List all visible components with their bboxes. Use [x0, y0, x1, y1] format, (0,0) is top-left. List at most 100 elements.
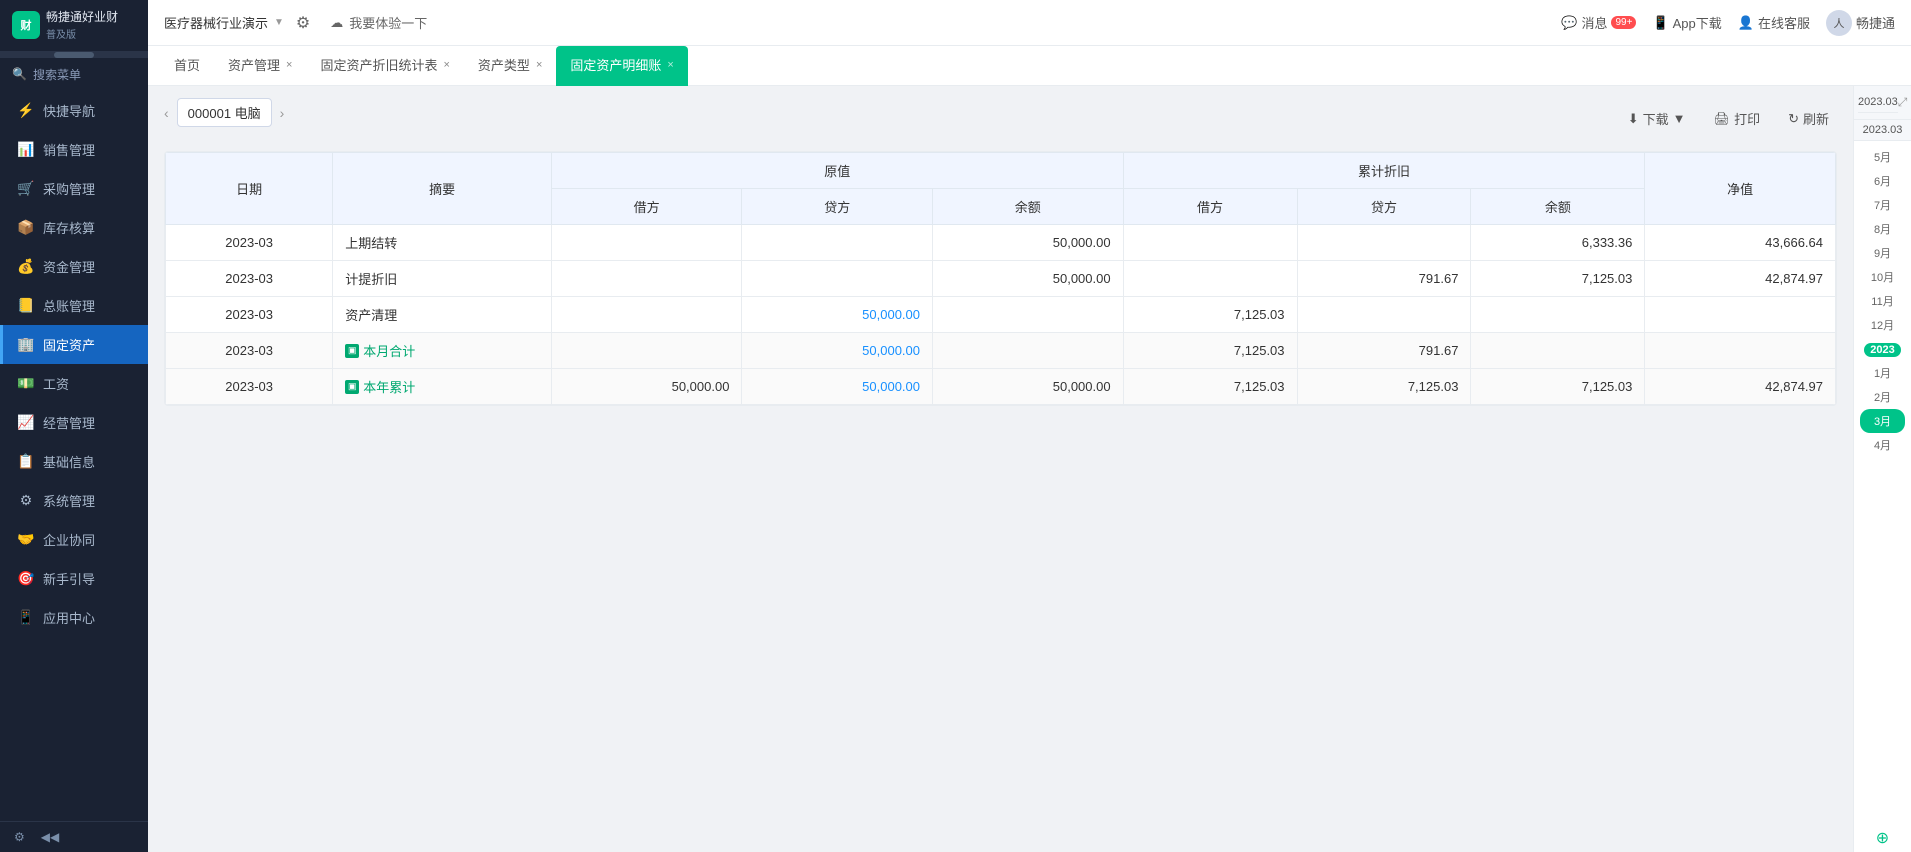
operations-icon: 📈 — [17, 414, 35, 431]
cell-summary: ▣ 本年累计 — [333, 369, 552, 405]
experience-button[interactable]: ☁ 我要体验一下 — [330, 13, 427, 32]
cell-summary: 资产清理 — [333, 297, 552, 333]
table-row: 2023-03 资产清理 50,000.00 7,125.03 — [166, 297, 1836, 333]
sidebar-settings-button[interactable]: ⚙ — [14, 830, 25, 844]
app-logo-name: 畅捷通好业财 — [46, 10, 118, 26]
refresh-button[interactable]: ↻ 刷新 — [1780, 105, 1837, 132]
cell-orig-credit — [742, 261, 933, 297]
col-orig-credit: 贷方 — [742, 189, 933, 225]
print-button[interactable]: 🖨 打印 — [1706, 105, 1769, 132]
cell-dep-debit: 7,125.03 — [1123, 333, 1297, 369]
month-total-badge: ▣ 本月合计 — [345, 341, 415, 360]
sidebar-item-fixed-assets[interactable]: 🏢 固定资产 — [0, 325, 148, 364]
cell-date: 2023-03 — [166, 225, 333, 261]
messages-button[interactable]: 💬 消息 99+ — [1561, 13, 1636, 32]
tab-asset-detail-close[interactable]: × — [667, 59, 673, 71]
sidebar-item-operations[interactable]: 📈 经营管理 — [0, 403, 148, 442]
cell-dep-credit — [1297, 225, 1471, 261]
sidebar-item-app-center[interactable]: 📱 应用中心 — [0, 598, 148, 637]
timeline-month-11[interactable]: 11月 — [1854, 289, 1911, 313]
sidebar-item-label: 系统管理 — [43, 491, 95, 510]
download-button[interactable]: ⬇ 下载 ▼ — [1620, 105, 1694, 132]
col-accum-dep: 累计折旧 — [1123, 153, 1645, 189]
timeline-month-4[interactable]: 4月 — [1854, 433, 1911, 457]
sidebar-item-purchase[interactable]: 🛒 采购管理 — [0, 169, 148, 208]
timeline-month-7[interactable]: 7月 — [1854, 193, 1911, 217]
customer-service-button[interactable]: 👤 在线客服 — [1738, 13, 1810, 32]
sidebar-item-label: 企业协同 — [43, 530, 95, 549]
sidebar-item-label: 快捷导航 — [43, 101, 95, 120]
sidebar-item-system[interactable]: ⚙ 系统管理 — [0, 481, 148, 520]
cell-date: 2023-03 — [166, 297, 333, 333]
cell-dep-credit: 7,125.03 — [1297, 369, 1471, 405]
sidebar-item-ledger[interactable]: 📒 总账管理 — [0, 286, 148, 325]
asset-next-button[interactable]: › — [280, 105, 285, 121]
asset-prev-button[interactable]: ‹ — [164, 105, 169, 121]
cell-dep-credit: 791.67 — [1297, 333, 1471, 369]
tab-asset-type-close[interactable]: × — [536, 59, 542, 71]
timeline-month-2[interactable]: 2月 — [1854, 385, 1911, 409]
topbar-settings-icon[interactable]: ⚙ — [296, 13, 310, 33]
timeline-nav-button[interactable]: ⊕ — [1854, 824, 1911, 852]
timeline-month-1[interactable]: 1月 — [1854, 361, 1911, 385]
cell-orig-debit — [551, 333, 742, 369]
col-orig-debit: 借方 — [551, 189, 742, 225]
tab-home[interactable]: 首页 — [160, 46, 214, 86]
tab-asset-mgmt-close[interactable]: × — [286, 59, 292, 71]
sidebar-item-guide[interactable]: 🎯 新手引导 — [0, 559, 148, 598]
download-icon: ⬇ — [1628, 111, 1639, 127]
messages-badge: 99+ — [1611, 16, 1636, 29]
tab-asset-mgmt[interactable]: 资产管理 × — [214, 46, 306, 86]
cell-dep-balance: 6,333.36 — [1471, 225, 1645, 261]
timeline-header2: 2023.03 — [1854, 120, 1911, 141]
app-logo-icon: 财 — [12, 11, 40, 39]
company-selector[interactable]: 医疗器械行业演示 ▼ — [164, 13, 284, 32]
sidebar-item-label: 采购管理 — [43, 179, 95, 198]
timeline-panel: 2023.03 ⤢ ✕ 2023.03 5月 6月 7月 8月 9月 10月 1… — [1853, 86, 1911, 852]
sidebar-item-payroll[interactable]: 💵 工资 — [0, 364, 148, 403]
toolbar: ⬇ 下载 ▼ 🖨 打印 ↻ 刷新 — [1620, 105, 1837, 132]
sidebar-item-quick-nav[interactable]: ⚡ 快捷导航 — [0, 91, 148, 130]
timeline-month-10[interactable]: 10月 — [1854, 265, 1911, 289]
cell-dep-debit: 7,125.03 — [1123, 297, 1297, 333]
cell-orig-credit — [742, 225, 933, 261]
timeline-month-3[interactable]: 3月 — [1860, 409, 1905, 433]
sidebar-nav: ⚡ 快捷导航 📊 销售管理 🛒 采购管理 📦 库存核算 💰 资金管理 📒 总账管… — [0, 91, 148, 821]
timeline-month-9[interactable]: 9月 — [1854, 241, 1911, 265]
purchase-icon: 🛒 — [17, 180, 35, 197]
timeline-expand-icon[interactable]: ⤢ — [1898, 95, 1908, 110]
sidebar-item-basic-info[interactable]: 📋 基础信息 — [0, 442, 148, 481]
cell-orig-balance: 50,000.00 — [933, 369, 1124, 405]
tab-asset-detail[interactable]: 固定资产明细账 × — [556, 46, 687, 86]
sidebar-item-inventory[interactable]: 📦 库存核算 — [0, 208, 148, 247]
tab-asset-mgmt-label: 资产管理 — [228, 55, 280, 74]
main-panel: ‹ 000001 电脑 › ⬇ 下载 ▼ 🖨 打印 ↻ — [148, 86, 1853, 852]
user-menu[interactable]: 人 畅捷通 — [1826, 10, 1895, 36]
sales-icon: 📊 — [17, 141, 35, 158]
tab-depreciation-stat-close[interactable]: × — [443, 59, 449, 71]
sidebar-item-enterprise[interactable]: 🤝 企业协同 — [0, 520, 148, 559]
sidebar-item-finance[interactable]: 💰 资金管理 — [0, 247, 148, 286]
search-menu-item[interactable]: 🔍 搜索菜单 — [0, 58, 148, 91]
cloud-icon: ☁ — [330, 15, 343, 31]
search-menu-label: 搜索菜单 — [33, 66, 81, 83]
cell-net-value: 42,874.97 — [1645, 261, 1836, 297]
timeline-month-5[interactable]: 5月 — [1854, 145, 1911, 169]
payroll-icon: 💵 — [17, 375, 35, 392]
cell-dep-credit — [1297, 297, 1471, 333]
cell-orig-credit: 50,000.00 — [742, 333, 933, 369]
cell-net-value: 42,874.97 — [1645, 369, 1836, 405]
timeline-month-12[interactable]: 12月 — [1854, 313, 1911, 337]
year-total-label: 本年累计 — [363, 377, 415, 396]
app-download-button[interactable]: 📱 App下载 — [1652, 13, 1721, 32]
ledger-icon: 📒 — [17, 297, 35, 314]
tab-asset-type[interactable]: 资产类型 × — [464, 46, 556, 86]
timeline-month-6[interactable]: 6月 — [1854, 169, 1911, 193]
user-avatar: 人 — [1826, 10, 1852, 36]
timeline-month-8[interactable]: 8月 — [1854, 217, 1911, 241]
sidebar-collapse-button[interactable]: ◀◀ — [41, 830, 59, 844]
tab-depreciation-stat[interactable]: 固定资产折旧统计表 × — [306, 46, 463, 86]
tab-asset-type-label: 资产类型 — [478, 55, 530, 74]
sidebar-item-sales[interactable]: 📊 销售管理 — [0, 130, 148, 169]
sidebar-item-label: 应用中心 — [43, 608, 95, 627]
